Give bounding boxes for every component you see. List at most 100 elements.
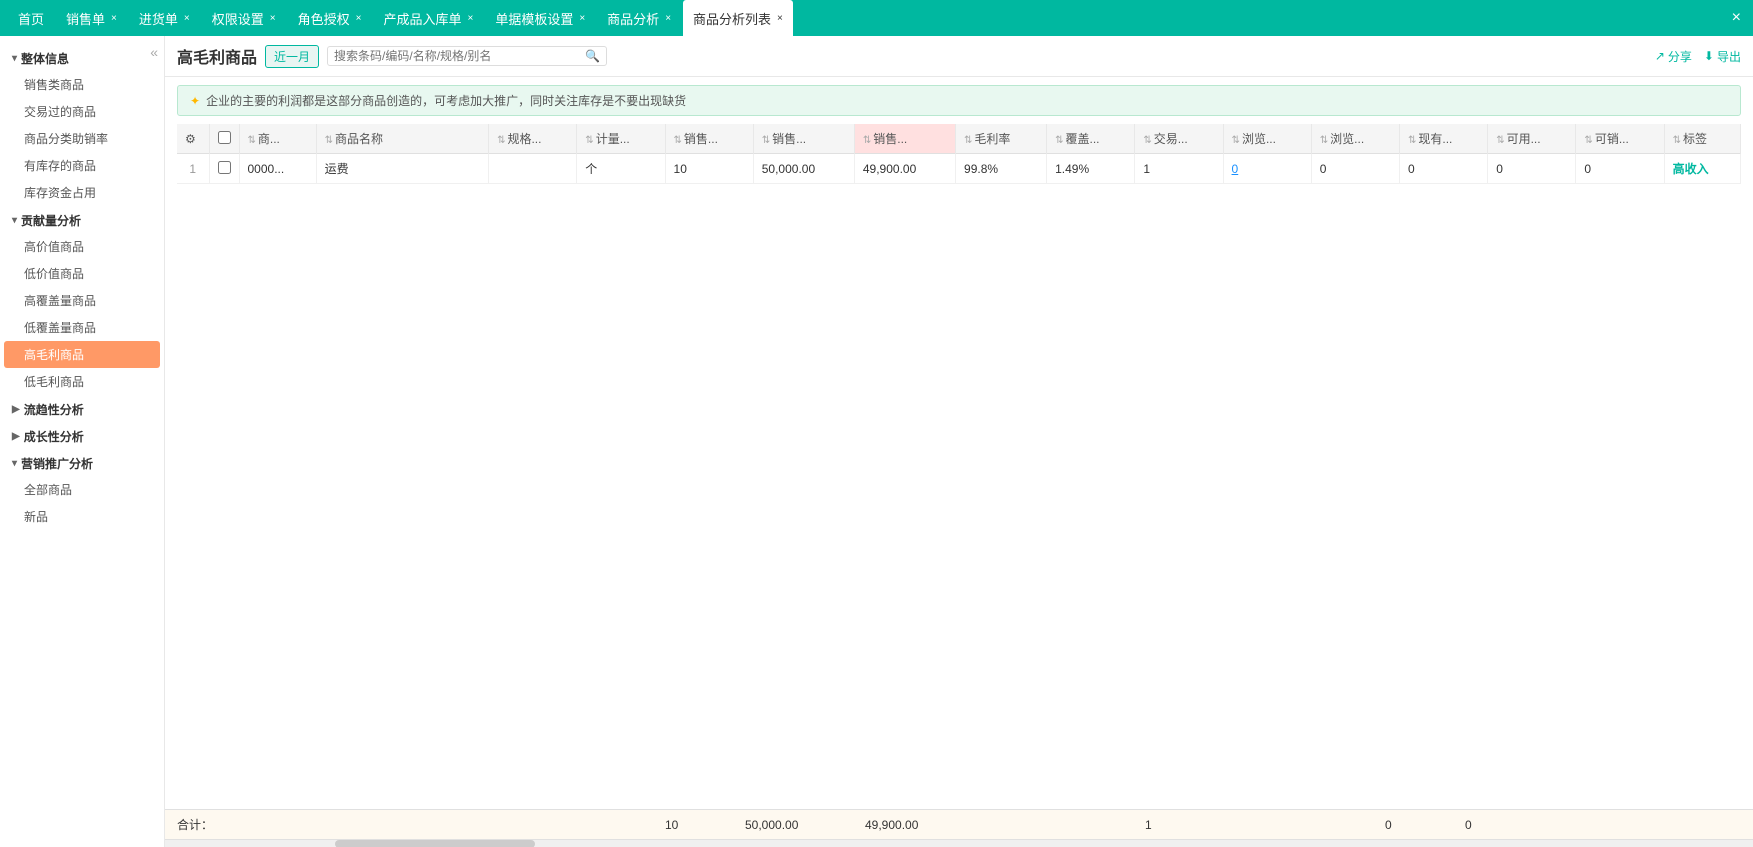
col-transaction[interactable]: ⇅交易... — [1135, 124, 1223, 154]
col-spec[interactable]: ⇅规格... — [489, 124, 577, 154]
sidebar: « ▾ 整体信息 销售类商品 交易过的商品 商品分类助销率 有库存的商品 库存资… — [0, 36, 165, 847]
search-icon[interactable]: 🔍 — [585, 49, 600, 63]
nav-template-label: 单据模板设置 — [495, 9, 573, 28]
col-browse1[interactable]: ⇅浏览... — [1223, 124, 1311, 154]
sidebar-item-stock-capital[interactable]: 库存资金占用 — [0, 179, 164, 206]
close-all-button[interactable]: × — [1728, 5, 1745, 31]
cell-name: 运费 — [316, 154, 488, 184]
nav-analysis-list[interactable]: 商品分析列表 × — [683, 0, 793, 36]
info-banner: ✦ 企业的主要的利润都是这部分商品创造的，可考虑加大推广，同时关注库存是不要出现… — [177, 85, 1741, 116]
bottom-scrollbar[interactable] — [165, 839, 1753, 847]
footer-totals: 合计： 10 50,000.00 49,900.00 1 0 0 — [165, 809, 1753, 839]
period-button[interactable]: 近一月 — [265, 45, 319, 68]
cell-browse1[interactable]: 0 — [1223, 154, 1311, 184]
sidebar-item-low-value[interactable]: 低价值商品 — [0, 260, 164, 287]
col-name[interactable]: ⇅商品名称 — [316, 124, 488, 154]
nav-purchase-label: 进货单 — [139, 9, 178, 28]
sidebar-collapse-button[interactable]: « — [150, 44, 158, 60]
col-coverage[interactable]: ⇅覆盖... — [1047, 124, 1135, 154]
cell-num: 1 — [177, 154, 209, 184]
nav-permission-settings[interactable]: 权限设置 × — [202, 0, 286, 36]
nav-sales-close[interactable]: × — [111, 13, 117, 24]
nav-template-close[interactable]: × — [579, 13, 585, 24]
nav-home[interactable]: 首页 — [8, 0, 54, 36]
content-header: 高毛利商品 近一月 🔍 ↗ 分享 ⬇ 导出 — [165, 36, 1753, 77]
export-label: 导出 — [1717, 48, 1741, 65]
sidebar-item-sales-goods[interactable]: 销售类商品 — [0, 71, 164, 98]
share-label: 分享 — [1668, 48, 1692, 65]
col-checkbox[interactable] — [209, 124, 239, 154]
nav-purchase-close[interactable]: × — [184, 13, 190, 24]
arrow-icon-4: ▶ — [12, 431, 20, 442]
nav-product-close[interactable]: × — [467, 13, 473, 24]
nav-permission-close[interactable]: × — [270, 13, 276, 24]
footer-sales-amount: 50,000.00 — [737, 818, 857, 832]
sidebar-group-contribution[interactable]: ▾ 贡献量分析 — [0, 206, 164, 233]
sidebar-group-marketing[interactable]: ▾ 营销推广分析 — [0, 449, 164, 476]
scrollbar-thumb[interactable] — [335, 840, 535, 847]
export-button[interactable]: ⬇ 导出 — [1704, 48, 1741, 65]
data-table: ⚙ ⇅商... ⇅商品名称 ⇅规格... ⇅计量... ⇅销售... ⇅销售..… — [177, 124, 1741, 184]
sidebar-item-high-margin[interactable]: 高毛利商品 — [4, 341, 160, 368]
col-sales-cost[interactable]: ⇅销售... — [854, 124, 955, 154]
sidebar-group-overview[interactable]: ▾ 整体信息 — [0, 44, 164, 71]
col-saleable[interactable]: ⇅可销... — [1576, 124, 1664, 154]
select-all-checkbox[interactable] — [218, 131, 231, 144]
info-icon: ✦ — [190, 94, 200, 108]
footer-browse-val1: 0 — [1377, 818, 1457, 832]
info-text: 企业的主要的利润都是这部分商品创造的，可考虑加大推广，同时关注库存是不要出现缺货 — [206, 92, 686, 109]
nav-role-auth[interactable]: 角色授权 × — [288, 0, 372, 36]
cell-checkbox[interactable] — [209, 154, 239, 184]
col-tag[interactable]: ⇅标签 — [1664, 124, 1740, 154]
nav-analysis-label: 商品分析 — [607, 9, 659, 28]
sidebar-group-growth[interactable]: ▶ 成长性分析 — [0, 422, 164, 449]
col-available[interactable]: ⇅可用... — [1488, 124, 1576, 154]
nav-analysis-list-close[interactable]: × — [777, 13, 783, 24]
col-current-stock[interactable]: ⇅现有... — [1399, 124, 1487, 154]
sidebar-item-low-margin[interactable]: 低毛利商品 — [0, 368, 164, 395]
cell-unit: 个 — [577, 154, 665, 184]
nav-role-close[interactable]: × — [356, 13, 362, 24]
nav-analysis-close[interactable]: × — [665, 13, 671, 24]
sidebar-item-in-stock[interactable]: 有库存的商品 — [0, 152, 164, 179]
col-browse2[interactable]: ⇅浏览... — [1311, 124, 1399, 154]
nav-purchase-order[interactable]: 进货单 × — [129, 0, 200, 36]
col-sales-qty[interactable]: ⇅销售... — [665, 124, 753, 154]
main-layout: « ▾ 整体信息 销售类商品 交易过的商品 商品分类助销率 有库存的商品 库存资… — [0, 36, 1753, 847]
sidebar-item-traded-goods[interactable]: 交易过的商品 — [0, 98, 164, 125]
col-unit[interactable]: ⇅计量... — [577, 124, 665, 154]
sidebar-item-high-value[interactable]: 高价值商品 — [0, 233, 164, 260]
footer-transaction: 1 — [1137, 818, 1217, 832]
content-area: 高毛利商品 近一月 🔍 ↗ 分享 ⬇ 导出 ✦ 企业的主要的利润都是这部分商品创… — [165, 36, 1753, 847]
nav-product-inbound[interactable]: 产成品入库单 × — [373, 0, 483, 36]
nav-product-analysis[interactable]: 商品分析 × — [597, 0, 681, 36]
cell-available: 0 — [1488, 154, 1576, 184]
row-checkbox[interactable] — [218, 161, 231, 174]
top-nav: 首页 销售单 × 进货单 × 权限设置 × 角色授权 × 产成品入库单 × 单据… — [0, 0, 1753, 36]
cell-browse2: 0 — [1311, 154, 1399, 184]
sidebar-item-high-coverage[interactable]: 高覆盖量商品 — [0, 287, 164, 314]
cell-saleable: 0 — [1576, 154, 1664, 184]
arrow-icon-2: ▾ — [12, 215, 17, 226]
cell-gross-margin: 99.8% — [956, 154, 1047, 184]
share-button[interactable]: ↗ 分享 — [1655, 48, 1692, 65]
sidebar-item-all-goods[interactable]: 全部商品 — [0, 476, 164, 503]
sidebar-item-new-goods[interactable]: 新品 — [0, 503, 164, 530]
sidebar-item-low-coverage[interactable]: 低覆盖量商品 — [0, 314, 164, 341]
col-gross-margin[interactable]: ⇅毛利率 — [956, 124, 1047, 154]
arrow-icon-5: ▾ — [12, 458, 17, 469]
col-sales-amount[interactable]: ⇅销售... — [753, 124, 854, 154]
search-input[interactable] — [334, 49, 581, 63]
sidebar-group-trend[interactable]: ▶ 流趋性分析 — [0, 395, 164, 422]
arrow-icon: ▾ — [12, 53, 17, 64]
cell-sales-qty: 10 — [665, 154, 753, 184]
nav-home-label: 首页 — [18, 9, 44, 28]
col-code[interactable]: ⇅商... — [239, 124, 316, 154]
col-settings[interactable]: ⚙ — [177, 124, 209, 154]
cell-current-stock: 0 — [1399, 154, 1487, 184]
group-growth-label: 成长性分析 — [24, 428, 84, 445]
export-icon: ⬇ — [1704, 49, 1714, 63]
nav-template-settings[interactable]: 单据模板设置 × — [485, 0, 595, 36]
nav-sales-order[interactable]: 销售单 × — [56, 0, 127, 36]
sidebar-item-category-rate[interactable]: 商品分类助销率 — [0, 125, 164, 152]
